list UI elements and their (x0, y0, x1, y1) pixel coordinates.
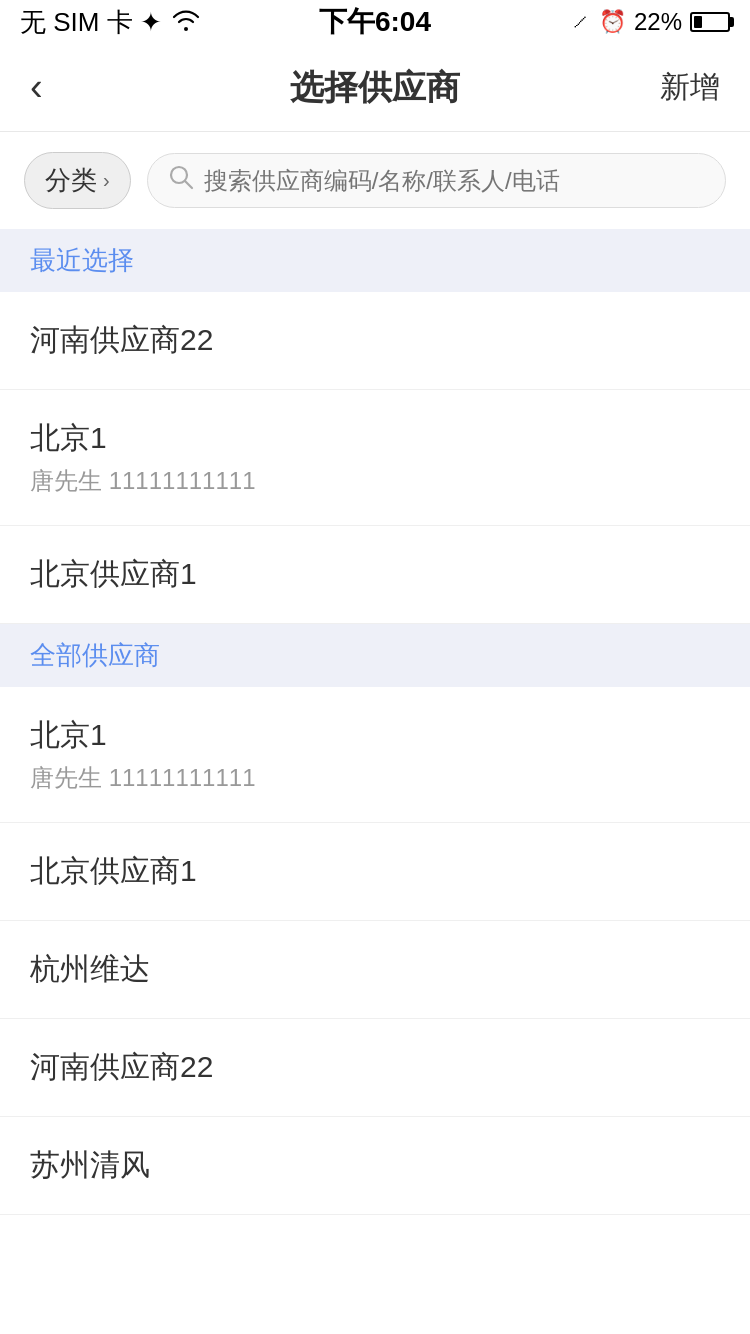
item-name: 北京供应商1 (30, 554, 720, 595)
search-box[interactable] (147, 153, 726, 208)
list-item[interactable]: 北京供应商1 (0, 526, 750, 624)
wifi-icon (172, 7, 200, 38)
item-name: 河南供应商22 (30, 1047, 720, 1088)
category-label: 分类 (45, 163, 97, 198)
all-section-header: 全部供应商 (0, 624, 750, 687)
battery-percent: 22% (634, 8, 682, 36)
sim-status: 无 SIM 卡 ✦ (20, 5, 162, 40)
list-item[interactable]: 北京供应商1 (0, 823, 750, 921)
battery-icon (690, 12, 730, 32)
all-section-label: 全部供应商 (30, 640, 160, 670)
location-icon: ⟋ (569, 9, 591, 35)
category-button[interactable]: 分类 › (24, 152, 131, 209)
item-sub: 唐先生 11111111111 (30, 762, 720, 794)
item-name: 北京供应商1 (30, 851, 720, 892)
list-item[interactable]: 河南供应商22 (0, 292, 750, 390)
filter-bar: 分类 › (0, 132, 750, 229)
list-item[interactable]: 杭州维达 (0, 921, 750, 1019)
all-suppliers-list: 北京1 唐先生 11111111111 北京供应商1 杭州维达 河南供应商22 … (0, 687, 750, 1215)
status-bar: 无 SIM 卡 ✦ 下午6:04 ⟋ ⏰ 22% (0, 0, 750, 44)
page-title: 选择供应商 (290, 65, 460, 111)
list-item[interactable]: 北京1 唐先生 11111111111 (0, 390, 750, 526)
item-name: 北京1 (30, 418, 720, 459)
status-left: 无 SIM 卡 ✦ (20, 5, 200, 40)
back-button[interactable]: ‹ (30, 66, 90, 109)
item-name: 北京1 (30, 715, 720, 756)
item-name: 杭州维达 (30, 949, 720, 990)
item-name: 苏州清风 (30, 1145, 720, 1186)
status-time: 下午6:04 (319, 3, 431, 41)
add-button[interactable]: 新增 (660, 67, 720, 108)
status-right: ⟋ ⏰ 22% (569, 8, 730, 36)
list-item[interactable]: 河南供应商22 (0, 1019, 750, 1117)
list-item[interactable]: 北京1 唐先生 11111111111 (0, 687, 750, 823)
chevron-right-icon: › (103, 169, 110, 192)
recent-section-label: 最近选择 (30, 245, 134, 275)
item-name: 河南供应商22 (30, 320, 720, 361)
recent-section-header: 最近选择 (0, 229, 750, 292)
svg-line-1 (185, 181, 192, 188)
list-item[interactable]: 苏州清风 (0, 1117, 750, 1215)
alarm-icon: ⏰ (599, 9, 626, 35)
nav-bar: ‹ 选择供应商 新增 (0, 44, 750, 132)
item-sub: 唐先生 11111111111 (30, 465, 720, 497)
recent-list: 河南供应商22 北京1 唐先生 11111111111 北京供应商1 (0, 292, 750, 624)
search-icon (168, 164, 194, 197)
search-input[interactable] (204, 167, 705, 195)
